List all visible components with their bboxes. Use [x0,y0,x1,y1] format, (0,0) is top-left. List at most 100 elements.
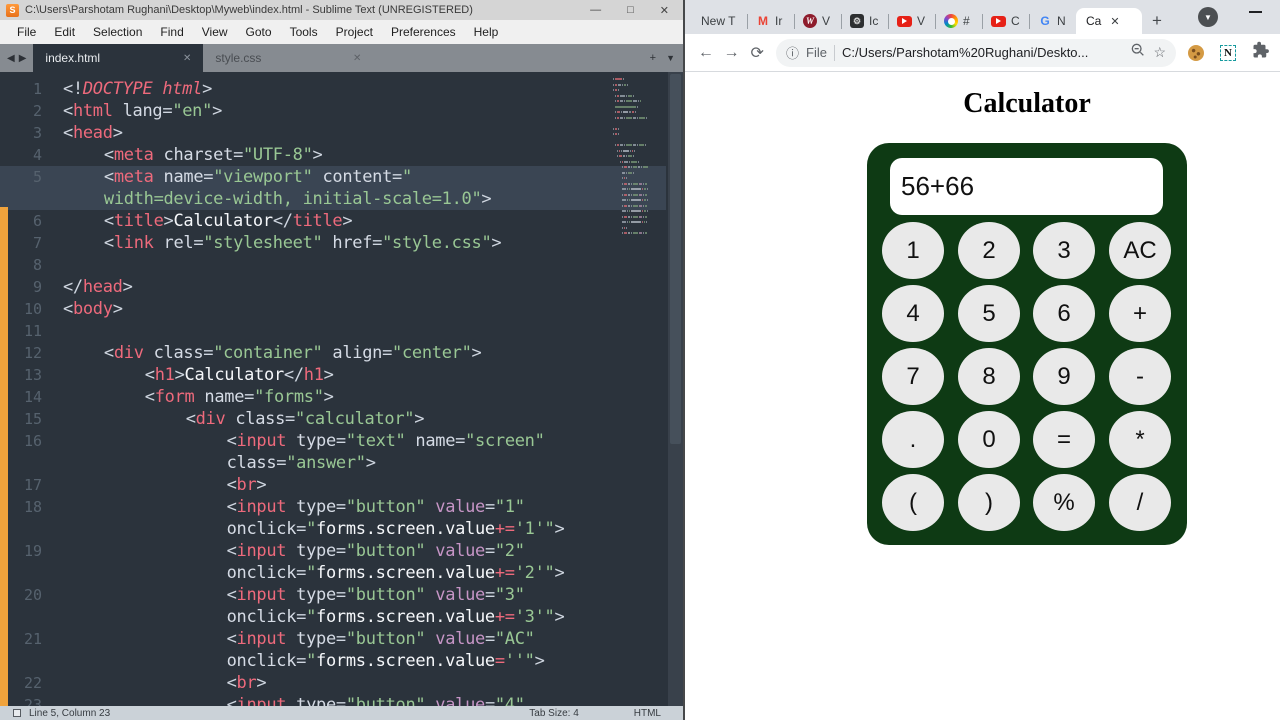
syntax-indicator[interactable]: HTML [634,708,661,719]
tab-search-icon[interactable]: ▼ [1198,7,1218,27]
code-line[interactable]: 9 </head> [0,276,666,298]
calc-button-minus[interactable]: - [1109,348,1171,405]
address-bar[interactable]: ⓘ File C:/Users/Parshotam%20Rughani/Desk… [776,38,1177,67]
bookmark-star-icon[interactable]: ☆ [1153,44,1166,61]
reload-icon[interactable]: ⟳ [746,43,768,63]
code-line[interactable]: onclick="forms.screen.value+='2'"> [0,562,666,584]
menu-find[interactable]: Find [151,20,192,44]
calc-button-equals[interactable]: = [1033,411,1095,468]
editor-tab-index.html[interactable]: index.html ✕ [33,44,204,72]
calc-button-divide[interactable]: / [1109,474,1171,531]
code-line[interactable]: 19 <input type="button" value="2" [0,540,666,562]
tab-nav-left-icon[interactable]: ◀ [7,53,15,64]
tab-nav-right-icon[interactable]: ▶ [19,53,27,64]
tab-close-icon[interactable]: ✕ [353,53,361,64]
tab-close-icon[interactable]: ✕ [1110,15,1119,28]
code-line[interactable]: 14 <form name="forms"> [0,386,666,408]
browser-tab-n[interactable]: GN [1030,8,1076,34]
code-line[interactable]: onclick="forms.screen.value+='3'"> [0,606,666,628]
code-line[interactable]: class="answer"> [0,452,666,474]
code-line[interactable]: 4 <meta charset="UTF-8"> [0,144,666,166]
extensions-puzzle-icon[interactable] [1252,41,1270,64]
scrollbar-thumb[interactable] [670,74,681,444]
browser-tab-ca[interactable]: Ca ✕ [1076,8,1142,34]
menu-view[interactable]: View [193,20,237,44]
forward-icon[interactable]: → [721,44,743,62]
calc-button-plus[interactable]: + [1109,285,1171,342]
editor-scrollbar[interactable] [668,72,683,706]
editor-tab-style.css[interactable]: style.css ✕ [203,44,373,72]
code-line[interactable]: width=device-width, initial-scale=1.0"> [0,188,666,210]
menu-selection[interactable]: Selection [84,20,151,44]
code-line[interactable]: 22 <br> [0,672,666,694]
info-icon[interactable]: ⓘ [786,43,799,62]
menu-project[interactable]: Project [327,20,382,44]
code-line[interactable]: 16 <input type="text" name="screen" [0,430,666,452]
code-line[interactable]: 15 <div class="calculator"> [0,408,666,430]
browser-tab-v[interactable]: WV [795,8,841,34]
menu-file[interactable]: File [8,20,45,44]
calculator-display-input[interactable]: 56+66 [890,158,1163,215]
menu-goto[interactable]: Goto [237,20,281,44]
editor-body[interactable]: 1 <!DOCTYPE html> 2 <html lang="en"> 3 <head>… [0,72,683,706]
overflow-menu-icon[interactable]: ▼ [666,53,675,63]
browser-minimize-button[interactable] [1249,11,1262,13]
cookie-extension-icon[interactable] [1188,44,1205,61]
notion-extension-icon[interactable]: N [1220,44,1237,61]
code-line[interactable]: 18 <input type="button" value="1" [0,496,666,518]
menu-edit[interactable]: Edit [45,20,84,44]
calc-button-ac[interactable]: AC [1109,222,1171,279]
code-line[interactable]: 2 <html lang="en"> [0,100,666,122]
calc-button-1[interactable]: 1 [882,222,944,279]
code-area[interactable]: 1 <!DOCTYPE html> 2 <html lang="en"> 3 <head>… [0,78,666,706]
calc-button-4[interactable]: 4 [882,285,944,342]
code-line[interactable]: onclick="forms.screen.value=''"> [0,650,666,672]
browser-tab-ir[interactable]: M Ir [748,8,794,34]
menu-tools[interactable]: Tools [281,20,327,44]
calc-button-open-paren[interactable]: ( [882,474,944,531]
calc-button-close-paren[interactable]: ) [958,474,1020,531]
code-line[interactable]: 13 <h1>Calculator</h1> [0,364,666,386]
menu-help[interactable]: Help [465,20,508,44]
browser-new-tab-button[interactable]: + [1152,11,1162,31]
url-text[interactable]: C:/Users/Parshotam%20Rughani/Deskto... [842,45,1123,60]
calc-button-7[interactable]: 7 [882,348,944,405]
calc-button-6[interactable]: 6 [1033,285,1095,342]
browser-tab-[interactable]: # [936,8,982,34]
maximize-button[interactable]: □ [627,4,634,17]
minimap[interactable] [613,78,663,238]
browser-tab-newt[interactable]: New T [693,8,747,34]
code-line[interactable]: 17 <br> [0,474,666,496]
code-line[interactable]: 3 <head> [0,122,666,144]
code-line[interactable]: 20 <input type="button" value="3" [0,584,666,606]
code-line[interactable]: 1 <!DOCTYPE html> [0,78,666,100]
browser-tab-v[interactable]: V [889,8,935,34]
tab-close-icon[interactable]: ✕ [183,53,191,64]
calc-button-multiply[interactable]: * [1109,411,1171,468]
calc-button-percent[interactable]: % [1033,474,1095,531]
code-line[interactable]: 12 <div class="container" align="center"> [0,342,666,364]
calc-button-dot[interactable]: . [882,411,944,468]
browser-tab-ic[interactable]: ⚙ Ic [842,8,888,34]
zoom-out-icon[interactable] [1130,42,1146,63]
code-line[interactable]: 10 <body> [0,298,666,320]
back-icon[interactable]: ← [695,44,717,62]
code-line[interactable]: 6 <title>Calculator</title> [0,210,666,232]
calc-button-9[interactable]: 9 [1033,348,1095,405]
browser-tab-c[interactable]: C [983,8,1029,34]
new-tab-button[interactable]: + [650,52,656,64]
code-line[interactable]: 8 [0,254,666,276]
vintage-mode-icon[interactable] [13,709,21,717]
code-line[interactable]: 21 <input type="button" value="AC" [0,628,666,650]
calc-button-8[interactable]: 8 [958,348,1020,405]
minimize-button[interactable]: — [590,4,601,17]
code-line[interactable]: 23 <input type="button" value="4" [0,694,666,706]
close-button[interactable]: ✕ [660,4,669,17]
tab-size-indicator[interactable]: Tab Size: 4 [529,708,578,719]
calc-button-5[interactable]: 5 [958,285,1020,342]
calc-button-2[interactable]: 2 [958,222,1020,279]
code-line[interactable]: 11 [0,320,666,342]
calc-button-3[interactable]: 3 [1033,222,1095,279]
code-line[interactable]: 5 <meta name="viewport" content=" [0,166,666,188]
menu-preferences[interactable]: Preferences [382,20,465,44]
